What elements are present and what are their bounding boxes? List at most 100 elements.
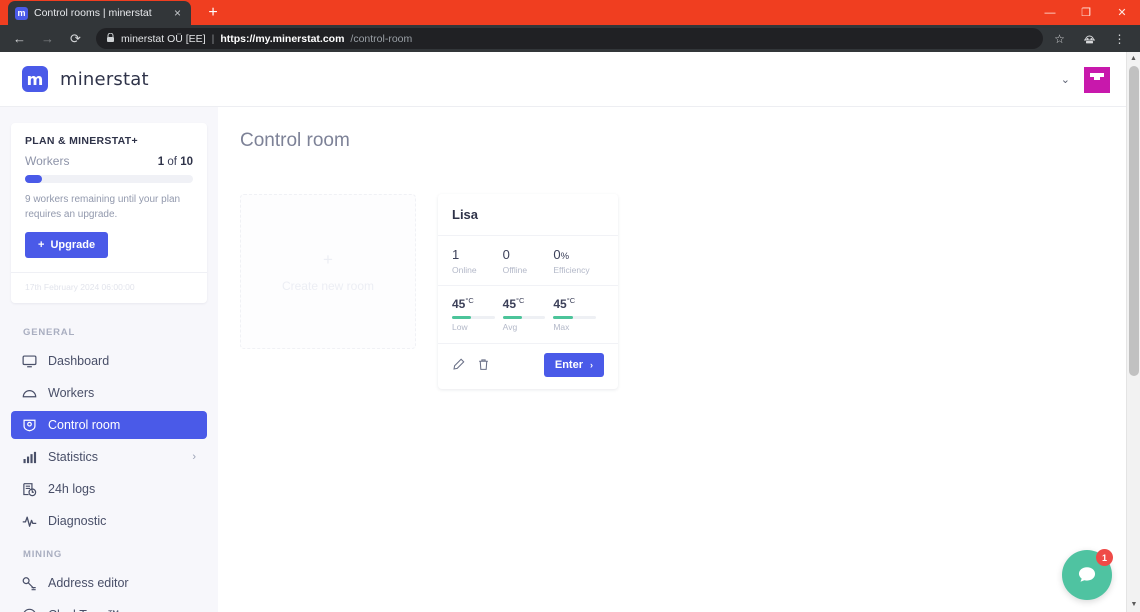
scrollbar-thumb[interactable] (1129, 66, 1139, 376)
page-scrollbar[interactable]: ▲ ▼ (1126, 52, 1140, 612)
temperature-unit: °C (465, 296, 474, 306)
sidebar-item-label: Diagnostic (48, 514, 107, 528)
plan-card-title: PLAN & MINERSTAT+ (25, 135, 138, 147)
logs-icon (21, 481, 37, 497)
create-new-room-card[interactable]: + Create new room (240, 194, 416, 349)
sidebar-item-label: Dashboard (48, 354, 110, 368)
workers-limit: 10 (180, 156, 193, 168)
chat-widget[interactable]: 1 (1062, 549, 1113, 600)
room-stat-value: 0% (553, 247, 570, 262)
avatar[interactable] (1084, 66, 1110, 93)
tab-title: Control rooms | minerstat (34, 7, 152, 19)
room-stat: 0% Efficiency (553, 247, 604, 275)
plan-date: 17th February 2024 06:00:00 (25, 282, 135, 292)
sidebar-item-clocktune[interactable]: ClockTune™ (11, 601, 207, 612)
tab-close-icon[interactable]: × (171, 7, 184, 19)
room-stat-caption: Online (452, 265, 477, 276)
room-stat: 0 Offline (503, 247, 554, 275)
room-temperature-value: 45°C (553, 296, 576, 312)
room-stat-caption: Efficiency (553, 265, 590, 276)
key-icon (21, 575, 37, 591)
reload-button[interactable]: ⟳ (63, 27, 88, 50)
avatar-pixel (1094, 76, 1100, 80)
enter-room-button[interactable]: Enter › (543, 352, 604, 377)
chat-unread-badge: 1 (1096, 549, 1113, 566)
temperature-bar-track (452, 315, 495, 319)
browser-tab[interactable]: m Control rooms | minerstat × (8, 1, 191, 25)
sidebar-item-label: Control room (48, 418, 121, 432)
sidebar-item-dashboard[interactable]: Dashboard (11, 347, 207, 375)
sidebar: PLAN & MINERSTAT+ Workers 1 of 10 9 work… (0, 107, 218, 612)
page-title: Control room (240, 130, 350, 151)
new-tab-button[interactable]: + (204, 5, 222, 21)
monitor-icon (21, 353, 37, 369)
url-separator: | (211, 32, 215, 45)
pencil-icon[interactable] (452, 358, 465, 371)
brand[interactable]: m minerstat (22, 66, 149, 92)
site-identity: minerstat OÜ [EE] (121, 32, 206, 45)
sidebar-item-address-editor[interactable]: Address editor (11, 569, 207, 597)
sidebar-nav: GENERAL Dashboard Workers Control room Stati… (0, 317, 218, 612)
sidebar-section-mining: MINING (23, 549, 63, 560)
header-right: ⌄ (1061, 52, 1110, 107)
room-name: Lisa (438, 194, 618, 236)
main-content: Control room + Create new room Lisa 1 Onl… (218, 107, 1140, 612)
url-origin: https://my.minerstat.com (220, 32, 345, 45)
brand-name: minerstat (60, 68, 149, 90)
chevron-down-icon[interactable]: ⌄ (1061, 73, 1070, 86)
clock-icon (21, 607, 37, 612)
minimize-button[interactable]: — (1032, 0, 1068, 25)
room-temperature-caption: Low (452, 321, 468, 332)
create-new-room-label: Create new room (281, 278, 375, 293)
sidebar-item-diagnostic[interactable]: Diagnostic (11, 507, 207, 535)
upgrade-button[interactable]: + Upgrade (25, 232, 109, 258)
room-stat: 1 Online (452, 247, 503, 275)
extension-icon[interactable] (1076, 27, 1103, 50)
bookmark-star-icon[interactable]: ☆ (1046, 27, 1073, 50)
scroll-down-arrow-icon[interactable]: ▼ (1127, 598, 1140, 612)
room-card: Lisa 1 Online 0 Offline 0% Efficiency 45°C Low… (438, 194, 618, 389)
app-header: m minerstat ⌄ (0, 52, 1140, 107)
browser-tabstrip: m Control rooms | minerstat × + — ❐ ✕ (0, 0, 1140, 25)
room-temperature: 45°C Max (553, 296, 604, 332)
temperature-bar-fill (502, 315, 522, 319)
helmet-icon (21, 385, 37, 401)
control-room-icon (21, 417, 37, 433)
room-temperature-caption: Avg (502, 321, 518, 332)
scroll-up-arrow-icon[interactable]: ▲ (1127, 52, 1140, 66)
room-stats: 1 Online 0 Offline 0% Efficiency (438, 236, 618, 287)
temperature-unit: °C (566, 296, 576, 306)
browser-menu-icon[interactable]: ⋮ (1106, 27, 1133, 50)
maximize-button[interactable]: ❐ (1068, 0, 1104, 25)
room-temperatures: 45°C Low 45°C Avg 45°C Max (438, 286, 618, 344)
trash-icon[interactable] (477, 358, 490, 371)
workers-current: 1 (157, 156, 165, 168)
plus-icon: + (38, 239, 45, 251)
app-body: PLAN & MINERSTAT+ Workers 1 of 10 9 work… (0, 107, 1140, 612)
upgrade-button-label: Upgrade (50, 239, 96, 251)
room-stat-caption: Offline (502, 265, 528, 276)
plan-workers-row: Workers 1 of 10 (25, 154, 193, 168)
room-stat-suffix: % (560, 251, 570, 262)
temperature-bar-fill (452, 315, 472, 319)
address-bar[interactable]: minerstat OÜ [EE] | https://my.minerstat… (96, 28, 1043, 49)
room-actions: Enter › (438, 344, 618, 389)
sidebar-section-general: GENERAL (23, 327, 76, 338)
sidebar-item-label: 24h logs (48, 482, 96, 496)
room-stat-value: 0 (502, 247, 510, 262)
forward-button[interactable]: → (35, 27, 60, 50)
room-temperature: 45°C Avg (502, 296, 554, 332)
sidebar-item-24h-logs[interactable]: 24h logs (11, 475, 207, 503)
pulse-icon (21, 513, 37, 529)
sidebar-item-label: ClockTune™ (48, 608, 120, 612)
close-window-button[interactable]: ✕ (1104, 0, 1140, 25)
temperature-unit: °C (516, 296, 525, 306)
sidebar-item-workers[interactable]: Workers (11, 379, 207, 407)
browser-toolbar: ← → ⟳ minerstat OÜ [EE] | https://my.min… (0, 25, 1140, 52)
lock-icon (106, 32, 115, 45)
sidebar-item-control-room[interactable]: Control room (11, 411, 207, 439)
back-button[interactable]: ← (7, 27, 32, 50)
sidebar-item-label: Statistics (48, 450, 99, 464)
sidebar-item-statistics[interactable]: Statistics › (11, 443, 207, 471)
room-stat-value: 1 (452, 247, 460, 262)
